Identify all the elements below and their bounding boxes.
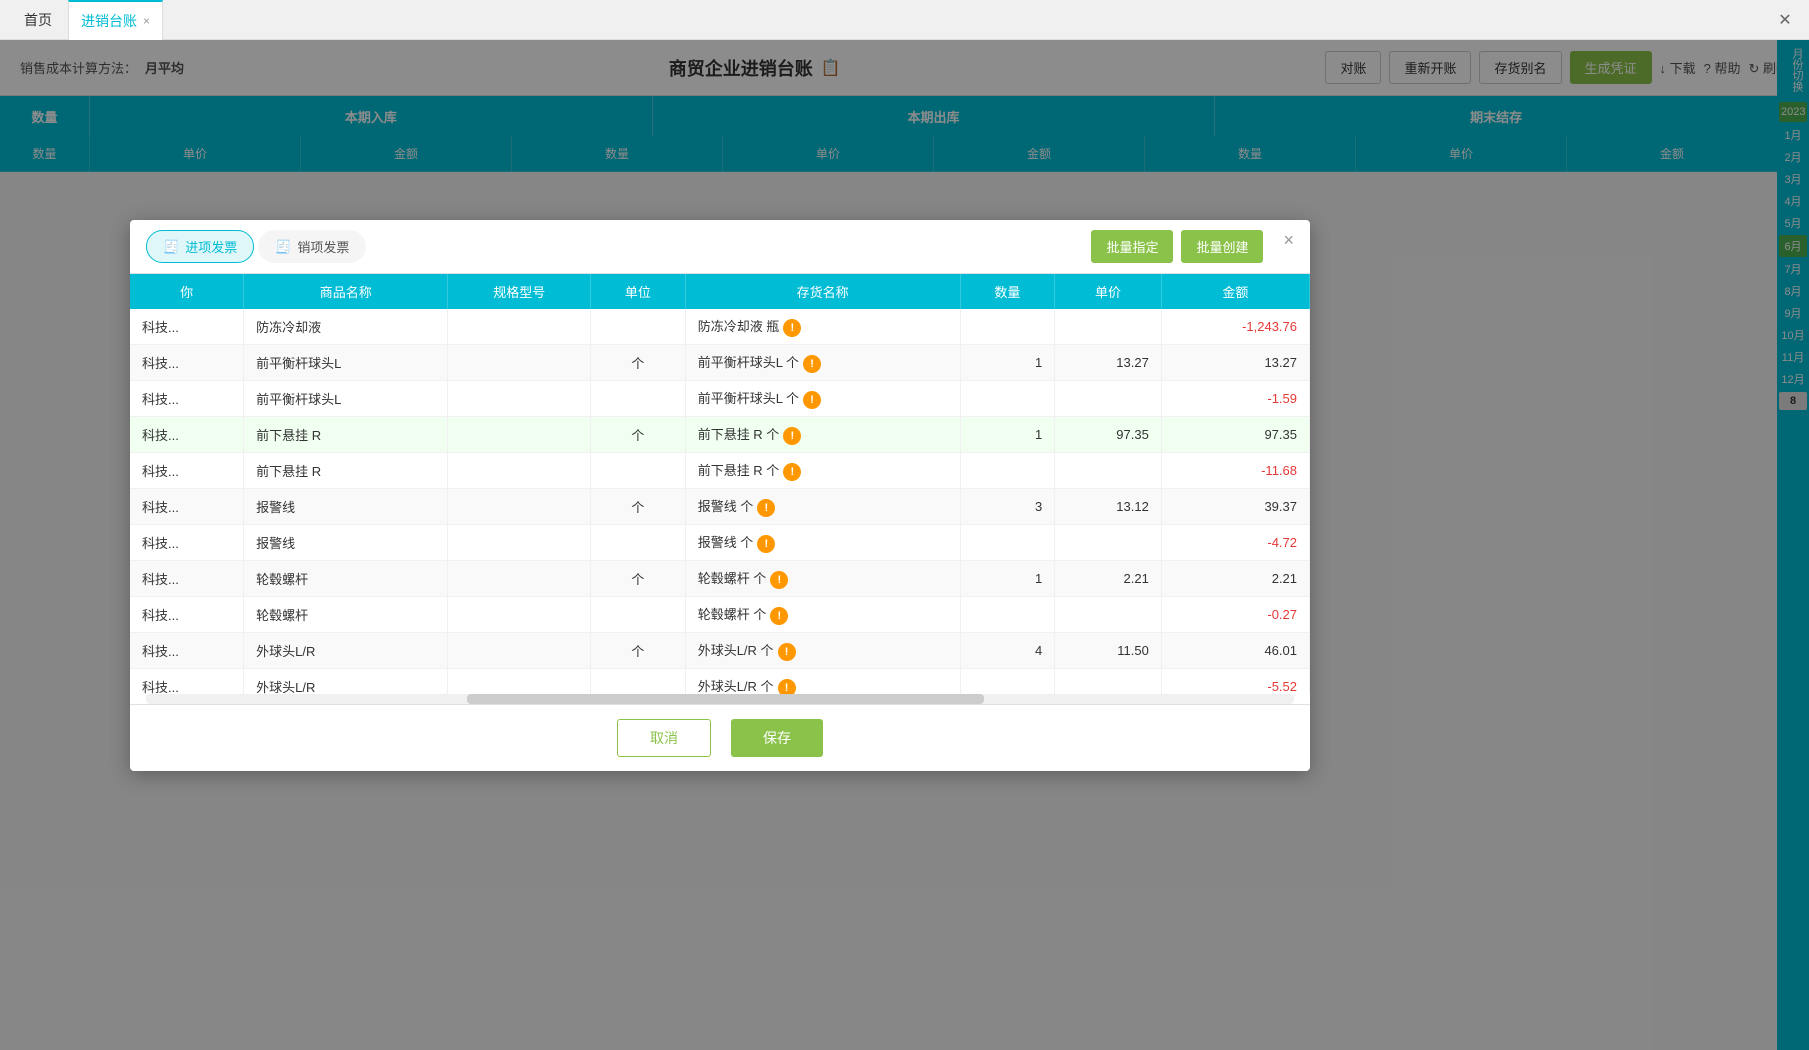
table-row: 科技...轮毂螺杆个轮毂螺杆 个!12.212.21 (130, 561, 1310, 597)
table-row: 科技...前下悬挂 R前下悬挂 R 个!-11.68 (130, 453, 1310, 489)
warning-icon: ! (770, 607, 788, 625)
table-row: 科技...前下悬挂 R个前下悬挂 R 个!197.3597.35 (130, 417, 1310, 453)
tab-purchase-invoice[interactable]: 🧾 进项发票 (146, 230, 254, 263)
table-row: 科技...外球头L/R外球头L/R 个!-5.52 (130, 669, 1310, 695)
dialog-body: 你 商品名称 规格型号 单位 存货名称 数量 单价 金额 科技...防冻冷却液防… (130, 274, 1310, 694)
warning-icon: ! (778, 643, 796, 661)
main-area: 销售成本计算方法： 月平均 商贸企业进销台账 📋 对账 重新开账 存货别名 生成… (0, 40, 1809, 1050)
dialog-header: 🧾 进项发票 🧾 销项发票 批量指定 批量创建 × (130, 220, 1310, 274)
warning-icon: ! (770, 571, 788, 589)
dialog-footer: 取消 保存 (130, 704, 1310, 771)
horizontal-scrollbar[interactable] (146, 694, 1294, 704)
dialog-tabs: 🧾 进项发票 🧾 销项发票 (146, 230, 366, 263)
table-row: 科技...轮毂螺杆轮毂螺杆 个!-0.27 (130, 597, 1310, 633)
warning-icon: ! (783, 427, 801, 445)
tab-bar: 首页 进销台账 × ✕ (0, 0, 1809, 40)
warning-icon: ! (757, 535, 775, 553)
table-row: 科技...前平衡杆球头L个前平衡杆球头L 个!113.2713.27 (130, 345, 1310, 381)
warning-icon: ! (803, 355, 821, 373)
tab-home[interactable]: 首页 (8, 0, 68, 40)
col-supplier: 你 (130, 274, 244, 309)
col-product: 商品名称 (244, 274, 448, 309)
col-amount: 金额 (1161, 274, 1309, 309)
col-inventory: 存货名称 (685, 274, 960, 309)
tab-sale-invoice[interactable]: 🧾 销项发票 (258, 230, 366, 263)
save-button[interactable]: 保存 (731, 719, 823, 757)
table-row: 科技...前平衡杆球头L前平衡杆球头L 个!-1.59 (130, 381, 1310, 417)
table-row: 科技...报警线个报警线 个!313.1239.37 (130, 489, 1310, 525)
cancel-button[interactable]: 取消 (617, 719, 711, 757)
scrollbar-thumb[interactable] (467, 694, 984, 704)
col-unit-price: 单价 (1055, 274, 1162, 309)
tab-close-icon[interactable]: × (143, 14, 150, 28)
purchase-invoice-icon: 🧾 (163, 239, 179, 255)
warning-icon: ! (783, 463, 801, 481)
col-quantity: 数量 (960, 274, 1055, 309)
dialog-header-right: 批量指定 批量创建 × (1091, 230, 1294, 263)
warning-icon: ! (757, 499, 775, 517)
dialog: 🧾 进项发票 🧾 销项发票 批量指定 批量创建 × 你 商 (130, 220, 1310, 771)
batch-create-button[interactable]: 批量创建 (1181, 230, 1263, 263)
dialog-close-button[interactable]: × (1283, 230, 1294, 263)
warning-icon: ! (778, 679, 796, 694)
tab-active[interactable]: 进销台账 × (68, 0, 163, 40)
window-close-button[interactable]: ✕ (1773, 8, 1797, 32)
table-row: 科技...报警线报警线 个!-4.72 (130, 525, 1310, 561)
invoice-table: 你 商品名称 规格型号 单位 存货名称 数量 单价 金额 科技...防冻冷却液防… (130, 274, 1310, 694)
col-unit: 单位 (591, 274, 686, 309)
sale-invoice-icon: 🧾 (275, 239, 291, 255)
warning-icon: ! (803, 391, 821, 409)
warning-icon: ! (783, 319, 801, 337)
table-row: 科技...防冻冷却液防冻冷却液 瓶!-1,243.76 (130, 309, 1310, 345)
batch-assign-button[interactable]: 批量指定 (1091, 230, 1173, 263)
col-spec: 规格型号 (448, 274, 591, 309)
table-row: 科技...外球头L/R个外球头L/R 个!411.5046.01 (130, 633, 1310, 669)
